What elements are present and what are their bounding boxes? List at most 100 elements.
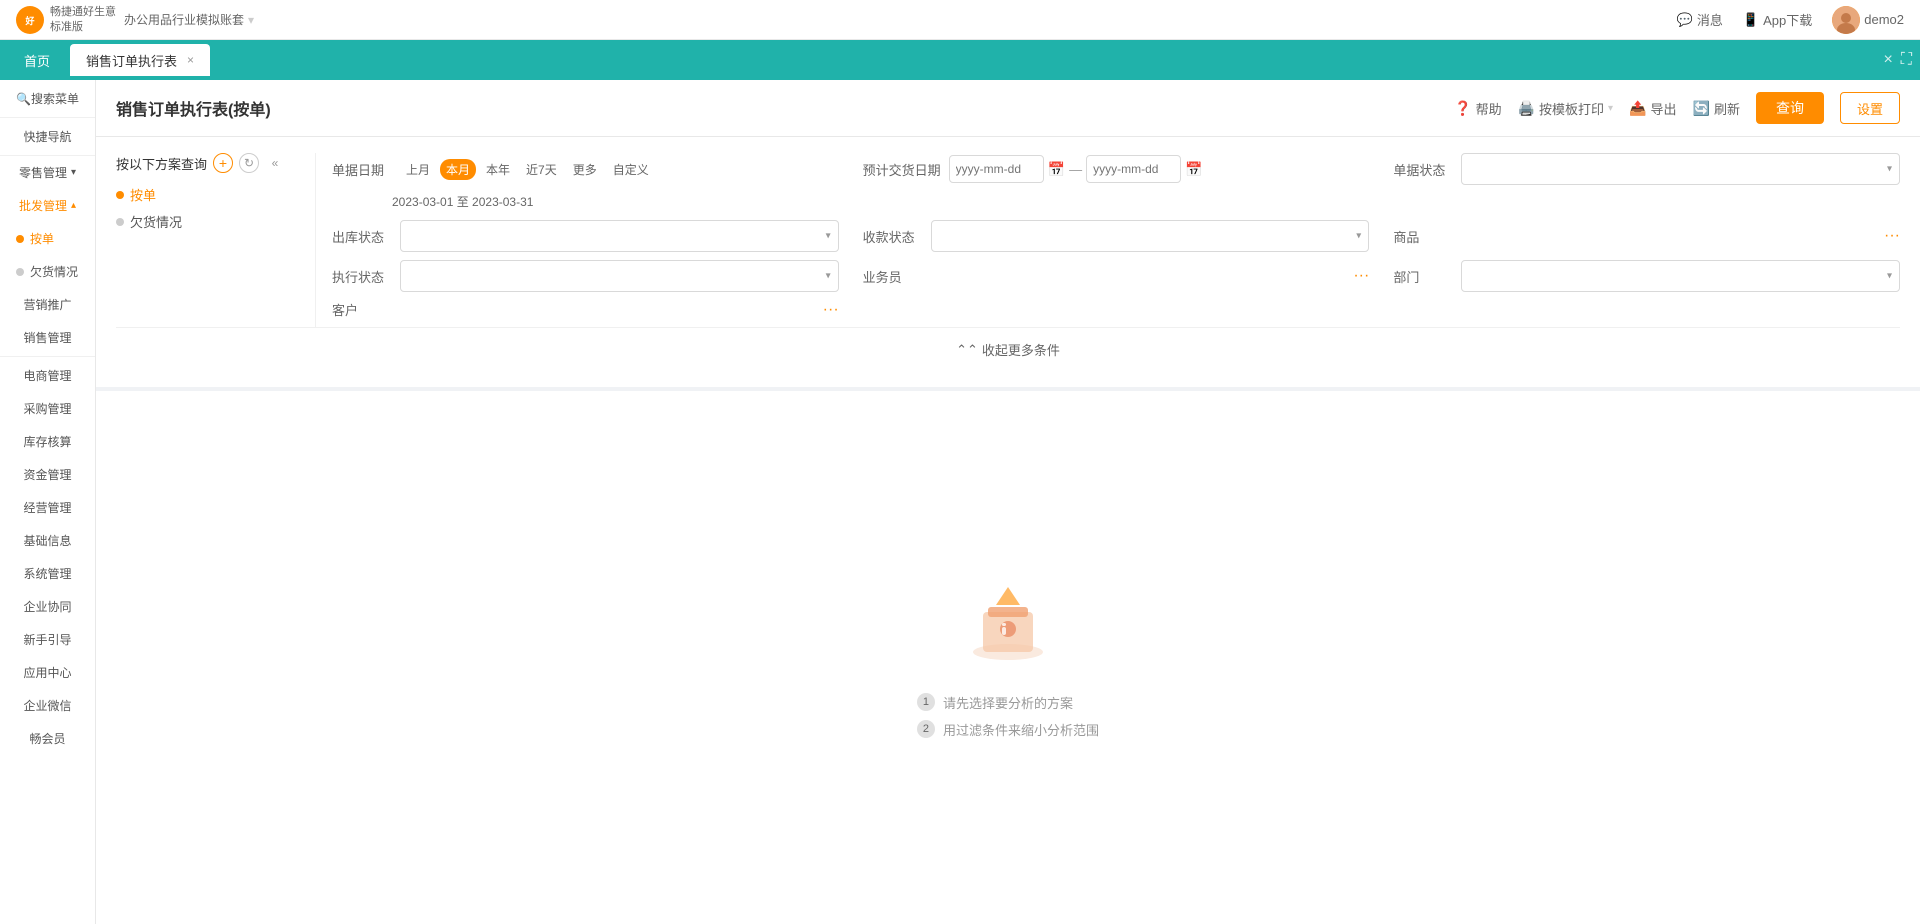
ecommerce-label: 电商管理 xyxy=(23,367,71,384)
newbie-label: 新手引导 xyxy=(23,631,71,648)
scheme-item-order[interactable]: 按单 xyxy=(116,181,299,208)
expected-date-to[interactable] xyxy=(1086,155,1181,183)
message-label: 消息 xyxy=(1697,10,1723,29)
print-label: 按模板打印 xyxy=(1539,99,1604,118)
help-btn[interactable]: ❓ 帮助 xyxy=(1454,99,1501,118)
sidebar-item-ecommerce[interactable]: 电商管理 xyxy=(0,359,95,392)
sidebar-item-purchase[interactable]: 采购管理 xyxy=(0,392,95,425)
date-tab-cur-month[interactable]: 本月 xyxy=(440,159,476,180)
quick-nav-label: 快捷导航 xyxy=(23,128,71,145)
retail-label: 零售管理 xyxy=(19,164,67,181)
payment-status-label: 收款状态 xyxy=(863,227,923,246)
date-to-icon[interactable]: 📅 xyxy=(1185,161,1202,178)
dept-label: 部门 xyxy=(1393,267,1453,286)
setting-button[interactable]: 设置 xyxy=(1840,92,1900,124)
sidebar-item-newbie[interactable]: 新手引导 xyxy=(0,623,95,656)
add-scheme-btn[interactable]: + xyxy=(213,153,233,173)
print-btn[interactable]: 🖨️ 按模板打印 ▾ xyxy=(1518,99,1613,118)
sidebar-item-apps[interactable]: 应用中心 xyxy=(0,656,95,689)
sidebar-item-quick-nav[interactable]: 快捷导航 xyxy=(0,118,95,156)
sidebar-subitem-backorder[interactable]: 欠货情况 xyxy=(0,255,95,288)
sidebar-item-vip[interactable]: 畅会员 xyxy=(0,722,95,755)
tab-bar: 首页 销售订单执行表 × × ⛶ xyxy=(0,40,1920,80)
wechat-label: 企业微信 xyxy=(23,697,71,714)
filter-row-1: 单据日期 上月 本月 本年 近7天 更多 自定义 xyxy=(332,153,1900,185)
sidebar-item-wechat[interactable]: 企业微信 xyxy=(0,689,95,722)
delivery-status-label: 出库状态 xyxy=(332,227,392,246)
date-label: 单据日期 xyxy=(332,160,392,179)
top-bar-right: 💬 消息 📱 App下载 demo2 xyxy=(1677,6,1904,34)
refresh-icon: 🔄 xyxy=(1693,100,1710,117)
sidebar-item-basic[interactable]: 基础信息 xyxy=(0,524,95,557)
date-tab-prev-month[interactable]: 上月 xyxy=(400,159,436,180)
print-arrow: ▾ xyxy=(1608,103,1613,114)
date-from-icon[interactable]: 📅 xyxy=(1048,161,1065,178)
tab-sales-exec[interactable]: 销售订单执行表 × xyxy=(70,44,210,76)
logo-text: 畅捷通好生意 标准版 xyxy=(50,5,116,34)
wholesale-arrow: ▴ xyxy=(71,200,76,211)
marketing-label: 营销推广 xyxy=(23,296,71,313)
tab-home[interactable]: 首页 xyxy=(8,44,66,76)
sidebar: 🔍 搜索菜单 快捷导航 零售管理 ▾ 批发管理 ▴ 按单 欠货情况 营销推广 销… xyxy=(0,80,96,924)
exec-status-select[interactable] xyxy=(400,260,839,292)
sidebar-item-system[interactable]: 系统管理 xyxy=(0,557,95,590)
payment-status-wrapper: ▾ xyxy=(931,220,1370,252)
dept-select[interactable] xyxy=(1461,260,1900,292)
empty-tips: 1 请先选择要分析的方案 2 用过滤条件来缩小分析范围 xyxy=(917,693,1099,739)
collapse-btn[interactable]: ⌃⌃ 收起更多条件 xyxy=(944,336,1072,363)
payment-status-field: 收款状态 ▾ xyxy=(863,220,1370,252)
sidebar-item-wholesale[interactable]: 批发管理 ▴ xyxy=(0,189,95,222)
refresh-label: 刷新 xyxy=(1714,99,1740,118)
date-tab-more[interactable]: 更多 xyxy=(567,159,603,180)
tab-close-btn[interactable]: × xyxy=(1883,51,1892,69)
scheme-backorder-label: 欠货情况 xyxy=(130,212,182,231)
sidebar-item-operations[interactable]: 经营管理 xyxy=(0,491,95,524)
query-button[interactable]: 查询 xyxy=(1756,92,1824,124)
purchase-label: 采购管理 xyxy=(23,400,71,417)
customer-more-icon[interactable]: ··· xyxy=(823,301,839,319)
goods-more-icon[interactable]: ··· xyxy=(1884,227,1900,245)
sidebar-item-finance[interactable]: 资金管理 xyxy=(0,458,95,491)
status-select[interactable] xyxy=(1461,153,1900,185)
tab-close-icon[interactable]: × xyxy=(187,53,194,67)
salesperson-more-icon[interactable]: ··· xyxy=(1353,267,1369,285)
status-label: 单据状态 xyxy=(1393,160,1453,179)
tip-num-1: 1 xyxy=(917,693,935,711)
sidebar-item-enterprise[interactable]: 企业协同 xyxy=(0,590,95,623)
date-tab-7days[interactable]: 近7天 xyxy=(520,159,563,180)
date-tab-custom[interactable]: 自定义 xyxy=(607,159,655,180)
app-download-action[interactable]: 📱 App下载 xyxy=(1743,10,1812,29)
refresh-btn[interactable]: 🔄 刷新 xyxy=(1693,99,1740,118)
export-btn[interactable]: 📤 导出 xyxy=(1629,99,1676,118)
sidebar-item-sales[interactable]: 销售管理 xyxy=(0,321,95,354)
delivery-status-select[interactable] xyxy=(400,220,839,252)
empty-tip-2: 2 用过滤条件来缩小分析范围 xyxy=(917,720,1099,739)
sidebar-subitem-order[interactable]: 按单 xyxy=(0,222,95,255)
collapse-scheme-btn[interactable]: « xyxy=(265,153,285,173)
search-label: 搜索菜单 xyxy=(31,90,79,107)
scheme-item-backorder[interactable]: 欠货情况 xyxy=(116,208,299,235)
help-icon: ❓ xyxy=(1454,100,1471,117)
date-tab-cur-year[interactable]: 本年 xyxy=(480,159,516,180)
filter-layout: 按以下方案查询 + ↻ « 按单 欠货情况 xyxy=(116,153,1900,327)
sidebar-item-retail[interactable]: 零售管理 ▾ xyxy=(0,156,95,189)
payment-status-select[interactable] xyxy=(931,220,1370,252)
expected-date-from[interactable] xyxy=(949,155,1044,183)
tab-expand-btn[interactable]: ⛶ xyxy=(1901,51,1912,69)
delivery-status-wrapper: ▾ xyxy=(400,220,839,252)
filter-right: 单据日期 上月 本月 本年 近7天 更多 自定义 xyxy=(332,153,1900,327)
empty-illustration xyxy=(958,577,1058,677)
sidebar-item-search[interactable]: 🔍 搜索菜单 xyxy=(0,80,95,118)
empty-state: 1 请先选择要分析的方案 2 用过滤条件来缩小分析范围 xyxy=(96,391,1920,924)
refresh-scheme-btn[interactable]: ↻ xyxy=(239,153,259,173)
main-layout: 🔍 搜索菜单 快捷导航 零售管理 ▾ 批发管理 ▴ 按单 欠货情况 营销推广 销… xyxy=(0,80,1920,924)
collapse-bar: ⌃⌃ 收起更多条件 xyxy=(116,327,1900,371)
top-bar-left: 好 畅捷通好生意 标准版 办公用品行业模拟账套 ▾ xyxy=(16,5,254,34)
message-action[interactable]: 💬 消息 xyxy=(1677,10,1723,29)
sidebar-item-marketing[interactable]: 营销推广 xyxy=(0,288,95,321)
user-area[interactable]: demo2 xyxy=(1832,6,1904,34)
delivery-status-field: 出库状态 ▾ xyxy=(332,220,839,252)
sidebar-item-inventory[interactable]: 库存核算 xyxy=(0,425,95,458)
enterprise-label: 企业协同 xyxy=(23,598,71,615)
wholesale-label: 批发管理 xyxy=(19,197,67,214)
